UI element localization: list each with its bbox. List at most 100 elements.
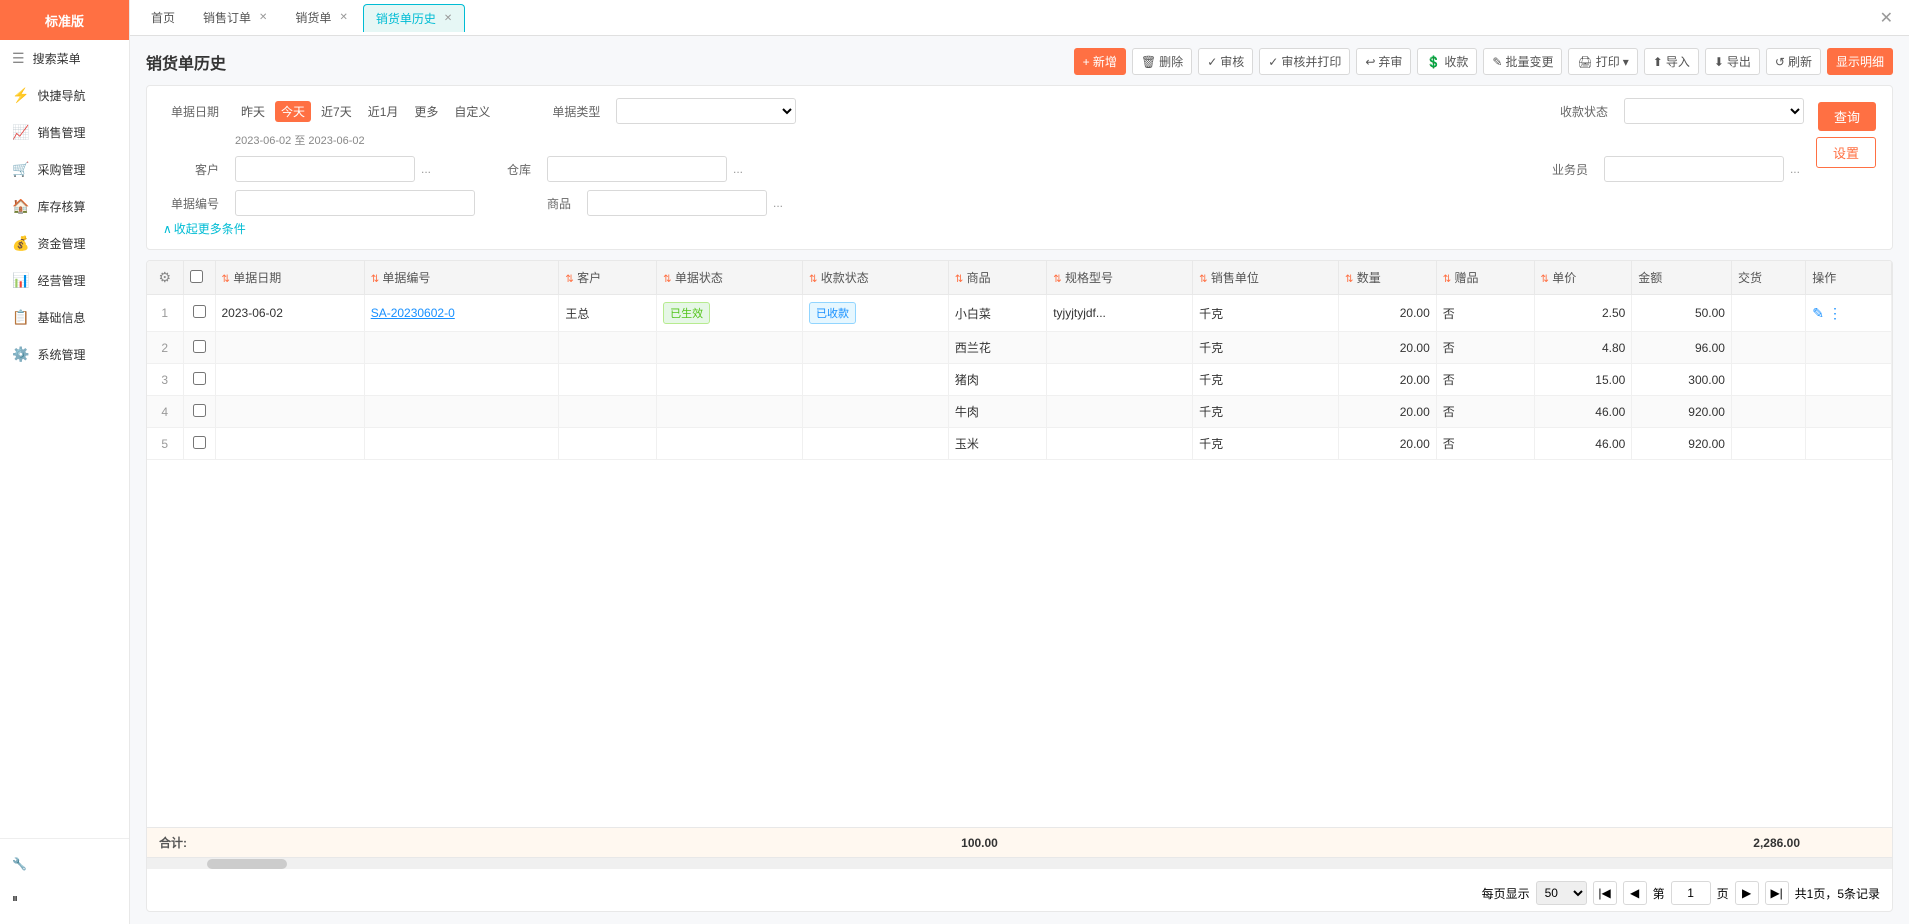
next-page-btn[interactable]: ▶ [1735,881,1759,905]
tab-sales-order[interactable]: 销售订单 ✕ [190,4,280,32]
tab-sales-history[interactable]: 销货单历史 ✕ [363,4,465,32]
add-button[interactable]: + 新增 [1074,48,1126,75]
tab-sales-delivery[interactable]: 销货单 ✕ [282,4,360,32]
doc-no-input[interactable] [235,190,475,216]
edit-action-icon[interactable]: ✎ [1812,305,1824,322]
salesperson-picker-btn[interactable]: ... [1786,162,1804,176]
sidebar-item-quick-nav[interactable]: ⚡ 快捷导航 [0,77,129,114]
th-doc-no[interactable]: ⇅ 单据编号 [364,261,559,295]
select-all-checkbox[interactable] [190,270,203,283]
date-custom-btn[interactable]: 自定义 [448,101,496,122]
td-checkbox[interactable] [183,332,215,364]
last-page-btn[interactable]: ▶| [1765,881,1789,905]
td-doc-date [215,396,364,428]
td-spec [1047,364,1193,396]
td-checkbox[interactable] [183,364,215,396]
row-checkbox[interactable] [193,436,206,449]
sidebar-settings-btn[interactable]: 🔧 [0,847,129,881]
abandon-button[interactable]: ↩ 弃审 [1356,48,1411,75]
prev-page-btn[interactable]: ◀ [1623,881,1647,905]
first-page-btn[interactable]: |◀ [1593,881,1617,905]
doc-type-select[interactable] [616,98,796,124]
th-doc-date[interactable]: ⇅ 单据日期 [215,261,364,295]
per-page-select[interactable]: 50 100 200 [1536,881,1587,905]
sidebar-item-purchase-mgmt[interactable]: 🛒 采购管理 [0,151,129,188]
th-doc-status[interactable]: ⇅ 单据状态 [657,261,803,295]
date-today-btn[interactable]: 今天 [275,101,311,122]
audit-button[interactable]: ✓ 审核 [1198,48,1253,75]
td-customer [559,364,657,396]
print-button[interactable]: 🖨 打印 ▾ [1568,48,1637,75]
date-1month-btn[interactable]: 近1月 [362,101,405,122]
export-button[interactable]: ⬇ 导出 [1705,48,1760,75]
settings-button[interactable]: 设置 [1816,137,1876,168]
doc-no-link[interactable]: SA-20230602-0 [371,306,455,320]
th-spec[interactable]: ⇅ 规格型号 [1047,261,1193,295]
audit-print-button[interactable]: ✓ 审核并打印 [1259,48,1350,75]
collect-status-select[interactable] [1624,98,1804,124]
row-checkbox[interactable] [193,340,206,353]
tab-sales-delivery-close-icon[interactable]: ✕ [339,12,347,23]
th-gift[interactable]: ⇅ 赠品 [1436,261,1534,295]
sidebar-item-sales-mgmt[interactable]: 📈 销售管理 [0,114,129,151]
sidebar-pause-btn[interactable]: ⏸ [0,881,129,916]
customer-input[interactable] [235,156,415,182]
sidebar-item-label: 库存核算 [37,198,85,215]
audit-print-icon: ✓ [1268,55,1278,69]
sidebar-item-basic-info[interactable]: 📋 基础信息 [0,299,129,336]
th-price[interactable]: ⇅ 单价 [1534,261,1632,295]
warehouse-picker-btn[interactable]: ... [729,162,747,176]
customer-picker-btn[interactable]: ... [417,162,435,176]
row-checkbox[interactable] [193,305,206,318]
refresh-icon: ↺ [1775,55,1785,69]
refresh-button[interactable]: ↺ 刷新 [1766,48,1821,75]
th-customer[interactable]: ⇅ 客户 [559,261,657,295]
warehouse-input[interactable] [547,156,727,182]
page-number-input[interactable] [1671,881,1711,905]
date-more-btn[interactable]: 更多 [408,101,444,122]
sidebar-bottom: 🔧 ⏸ [0,838,129,924]
tab-home[interactable]: 首页 [138,4,188,32]
td-amount: 920.00 [1632,396,1732,428]
th-collect-status[interactable]: ⇅ 收款状态 [803,261,949,295]
import-button[interactable]: ⬆ 导入 [1644,48,1699,75]
salesperson-input[interactable] [1604,156,1784,182]
query-button[interactable]: 查询 [1818,102,1876,131]
sidebar-item-search-menu[interactable]: ☰ 搜索菜单 [0,40,129,77]
collapse-filter-btn[interactable]: ∧ 收起更多条件 [163,220,1876,237]
tab-sales-order-close-icon[interactable]: ✕ [259,12,267,23]
th-amount: 金额 [1632,261,1732,295]
tab-sales-history-close-icon[interactable]: ✕ [444,13,452,24]
batch-change-button[interactable]: ✎ 批量变更 [1483,48,1562,75]
row-checkbox[interactable] [193,372,206,385]
date-yesterday-btn[interactable]: 昨天 [235,101,271,122]
table-settings-icon[interactable]: ⚙ [158,269,171,285]
sidebar-item-operations-mgmt[interactable]: 📊 经营管理 [0,262,129,299]
more-action-icon[interactable]: ⋮ [1828,305,1842,322]
sidebar-item-inventory-calc[interactable]: 🏠 库存核算 [0,188,129,225]
td-qty: 20.00 [1339,428,1437,460]
delete-button[interactable]: 🗑 删除 [1132,48,1192,75]
goods-picker-btn[interactable]: ... [769,196,787,210]
td-price: 15.00 [1534,364,1632,396]
sidebar-item-system-mgmt[interactable]: ⚙️ 系统管理 [0,336,129,373]
close-window-btn[interactable]: ✕ [1872,8,1901,28]
th-settings[interactable]: ⚙ [147,261,183,295]
th-unit[interactable]: ⇅ 销售单位 [1193,261,1339,295]
th-qty[interactable]: ⇅ 数量 [1339,261,1437,295]
date-7days-btn[interactable]: 近7天 [315,101,358,122]
td-checkbox[interactable] [183,428,215,460]
goods-input[interactable] [587,190,767,216]
sidebar-item-funds-mgmt[interactable]: 💰 资金管理 [0,225,129,262]
td-qty: 20.00 [1339,295,1437,332]
show-detail-button[interactable]: 显示明细 [1827,48,1893,75]
collect-button[interactable]: 💲 收款 [1417,48,1477,75]
th-goods[interactable]: ⇅ 商品 [948,261,1046,295]
th-checkbox[interactable] [183,261,215,295]
td-amount: 96.00 [1632,332,1732,364]
td-checkbox[interactable] [183,396,215,428]
td-doc-status: 已生效 [657,295,803,332]
row-checkbox[interactable] [193,404,206,417]
td-collect-status [803,396,949,428]
td-checkbox[interactable] [183,295,215,332]
